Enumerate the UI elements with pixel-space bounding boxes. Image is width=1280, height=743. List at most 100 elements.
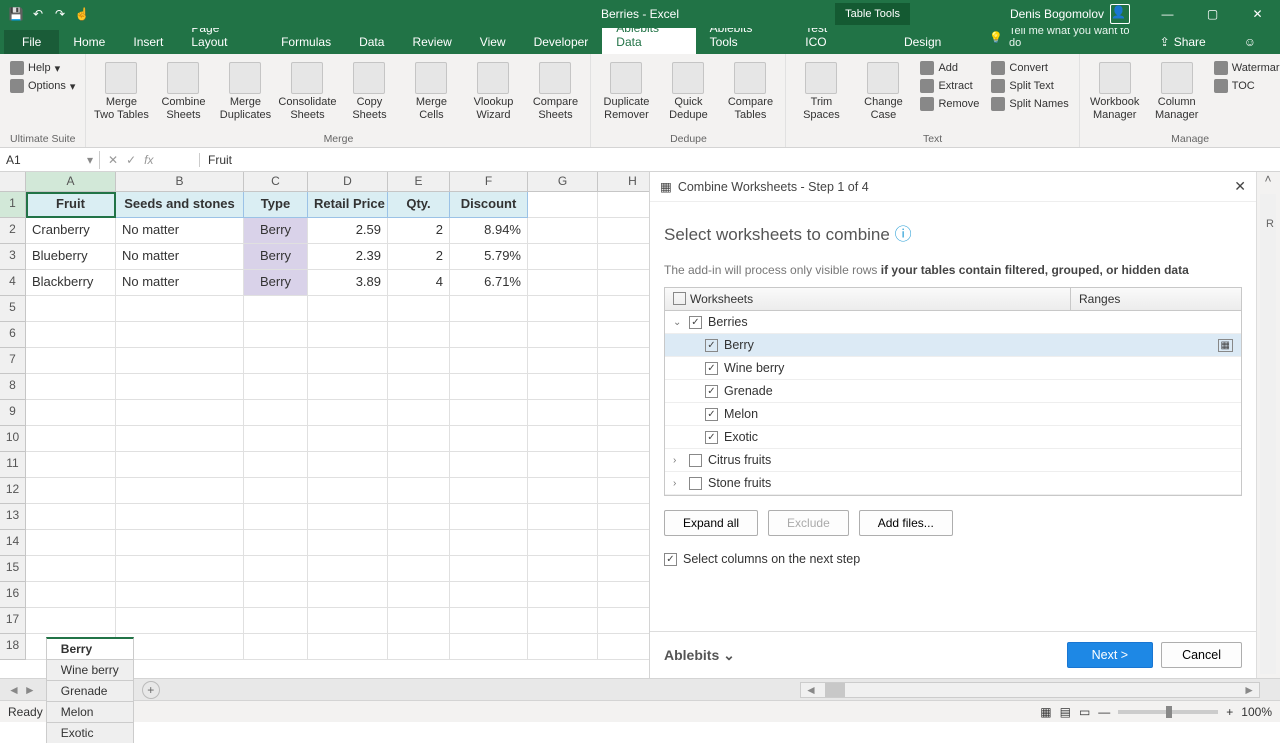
cell-r11-c1[interactable] [116,452,244,478]
undo-icon[interactable]: ↶ [30,6,46,22]
workbook-checkbox-2[interactable] [689,477,702,490]
range-picker-icon[interactable]: ▦ [1218,339,1233,352]
cell-r5-c0[interactable] [26,296,116,322]
row-head-13[interactable]: 13 [0,504,26,530]
cell-r10-c1[interactable] [116,426,244,452]
col-header-a[interactable]: A [26,172,116,191]
cell-r13-c0[interactable] [26,504,116,530]
view-layout-icon[interactable]: ▤ [1060,705,1071,719]
row-head-2[interactable]: 2 [0,218,26,244]
cell-r12-c3[interactable] [308,478,388,504]
header-cell-2[interactable]: Type [244,192,308,218]
row-head-8[interactable]: 8 [0,374,26,400]
cell-r14-c0[interactable] [26,530,116,556]
cell-r15-c3[interactable] [308,556,388,582]
watermarks-button[interactable]: Watermarks [1210,60,1280,76]
sheet-checkbox-1[interactable] [705,362,718,375]
dedupe-btn-1[interactable]: Quick Dedupe [659,58,717,133]
cell-r18-c5[interactable] [450,634,528,660]
col-header-d[interactable]: D [308,172,388,191]
cell-r17-c2[interactable] [244,608,308,634]
split-text-button[interactable]: Split Text [987,78,1072,94]
cell-r2-c4[interactable]: 2 [388,218,450,244]
horizontal-scrollbar[interactable]: ◄► [800,682,1260,698]
zoom-slider[interactable] [1118,710,1218,714]
cell-r12-c5[interactable] [450,478,528,504]
merge-btn-4[interactable]: Copy Sheets [340,58,398,133]
row-head-18[interactable]: 18 [0,634,26,660]
sheet-tab-1[interactable]: Wine berry [46,659,134,680]
cancel-button[interactable]: Cancel [1161,642,1242,668]
cell-r2-c3[interactable]: 2.59 [308,218,388,244]
cell-r7-c0[interactable] [26,348,116,374]
cell-r16-c1[interactable] [116,582,244,608]
cell-r5-c6[interactable] [528,296,598,322]
cell-r17-c0[interactable] [26,608,116,634]
sheet-tab-0[interactable]: Berry [46,637,134,659]
expander-icon[interactable]: › [673,455,683,466]
toc-button[interactable]: TOC [1210,78,1280,94]
cell-r6-c5[interactable] [450,322,528,348]
cell-r12-c6[interactable] [528,478,598,504]
cell-r5-c3[interactable] [308,296,388,322]
row-head-11[interactable]: 11 [0,452,26,478]
cell-r4-c4[interactable]: 4 [388,270,450,296]
zoom-out-icon[interactable]: — [1098,705,1110,719]
formula-input[interactable]: Fruit [200,151,1280,169]
cell-r17-c6[interactable] [528,608,598,634]
cell-r7-c3[interactable] [308,348,388,374]
save-icon[interactable]: 💾 [8,6,24,22]
cell-r15-c4[interactable] [388,556,450,582]
remove-button[interactable]: Remove [916,96,983,112]
merge-btn-3[interactable]: Consolidate Sheets [278,58,336,133]
workbook-node-2[interactable]: Stone fruits [708,476,771,490]
cell-r10-c0[interactable] [26,426,116,452]
cell-r10-c3[interactable] [308,426,388,452]
header-cell-5[interactable]: Discount [450,192,528,218]
cell-r3-c1[interactable]: No matter [116,244,244,270]
feedback-icon[interactable]: ☺ [1230,30,1270,54]
cell-r5-c5[interactable] [450,296,528,322]
cell-r16-c0[interactable] [26,582,116,608]
cell-r3-c4[interactable]: 2 [388,244,450,270]
cell-r13-c1[interactable] [116,504,244,530]
cell-r18-c6[interactable] [528,634,598,660]
merge-btn-7[interactable]: Compare Sheets [526,58,584,133]
namebox-dropdown-icon[interactable]: ▾ [87,153,93,167]
cell-r2-c5[interactable]: 8.94% [450,218,528,244]
cell-r13-c5[interactable] [450,504,528,530]
sheet-next-icon[interactable]: ► [24,683,36,697]
cell-r3-c0[interactable]: Blueberry [26,244,116,270]
tab-file[interactable]: File [4,30,59,54]
cell-r14-c5[interactable] [450,530,528,556]
cell-r15-c5[interactable] [450,556,528,582]
cell-g1[interactable] [528,192,598,218]
cell-r13-c3[interactable] [308,504,388,530]
cell-r18-c4[interactable] [388,634,450,660]
cell-r10-c4[interactable] [388,426,450,452]
row-head-9[interactable]: 9 [0,400,26,426]
select-all-button[interactable] [0,172,26,191]
cell-r8-c2[interactable] [244,374,308,400]
pane-close-icon[interactable]: ✕ [1234,178,1246,195]
cell-r8-c4[interactable] [388,374,450,400]
cell-r11-c0[interactable] [26,452,116,478]
zoom-level[interactable]: 100% [1241,705,1272,719]
row-head-1[interactable]: 1 [0,192,26,218]
select-columns-checkbox[interactable] [664,553,677,566]
cell-r9-c5[interactable] [450,400,528,426]
tab-insert[interactable]: Insert [119,30,177,54]
cell-r4-c5[interactable]: 6.71% [450,270,528,296]
row-head-17[interactable]: 17 [0,608,26,634]
cell-r7-c1[interactable] [116,348,244,374]
workbook-node-1[interactable]: Citrus fruits [708,453,771,467]
cell-r18-c2[interactable] [244,634,308,660]
cell-r12-c4[interactable] [388,478,450,504]
vertical-scroll[interactable]: ˄ R [1256,172,1280,678]
cell-r3-c3[interactable]: 2.39 [308,244,388,270]
cell-r11-c3[interactable] [308,452,388,478]
add-files-button[interactable]: Add files... [859,510,953,536]
sheet-range-0[interactable]: ▦ [1071,335,1241,356]
cell-r3-c5[interactable]: 5.79% [450,244,528,270]
cell-r16-c2[interactable] [244,582,308,608]
